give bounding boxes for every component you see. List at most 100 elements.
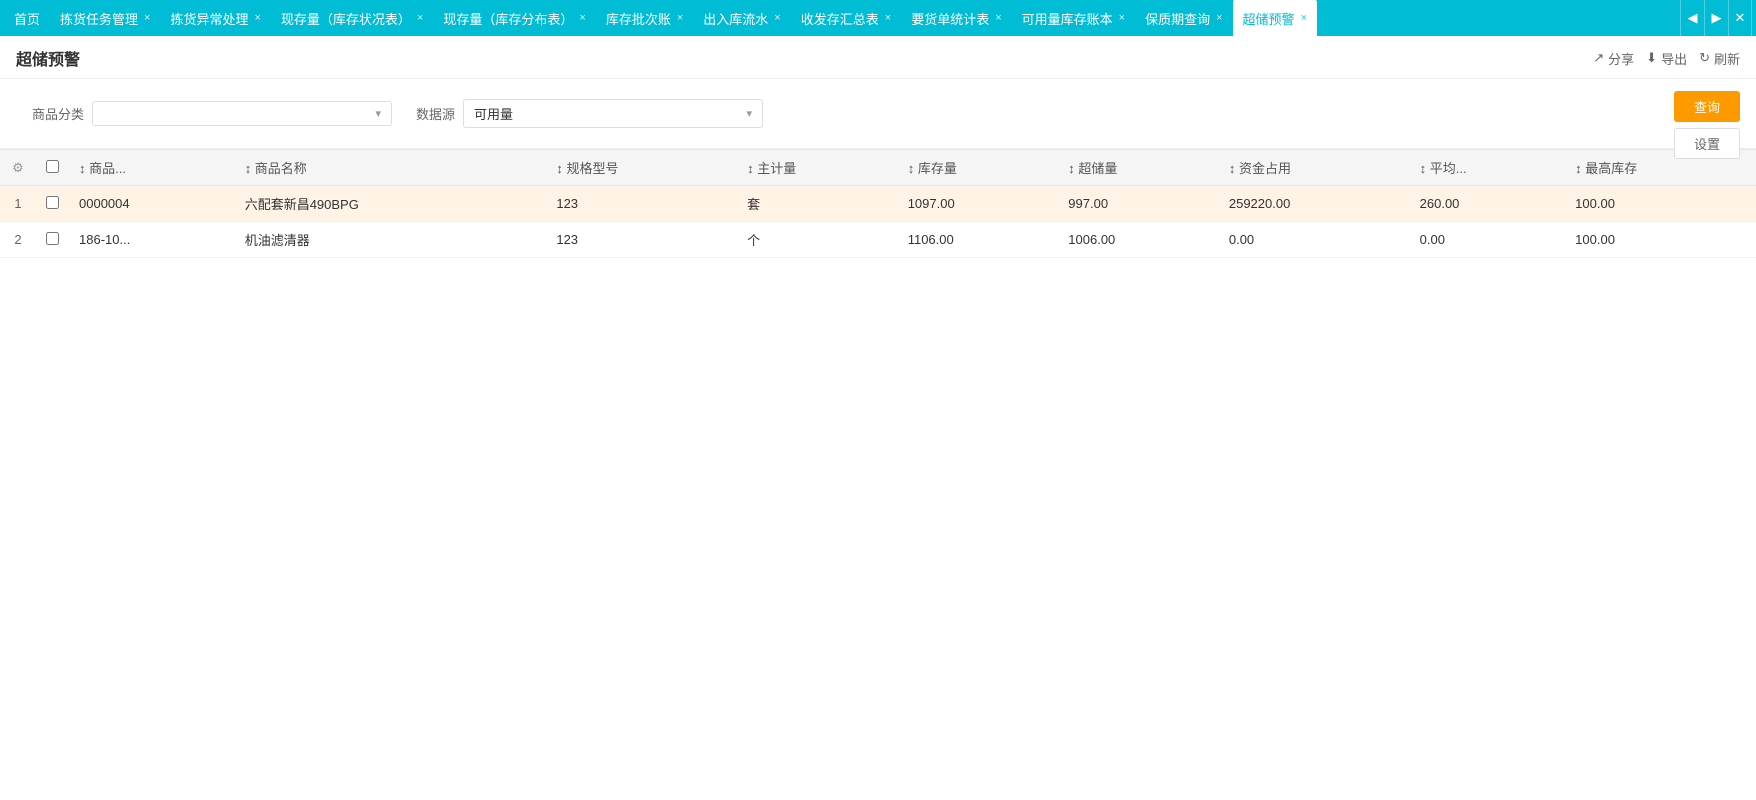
close-icon[interactable]: × xyxy=(995,12,1001,24)
stock: 1106.00 xyxy=(898,222,1059,258)
row-checkbox-cell xyxy=(36,186,69,222)
product-name: 机油滤清器 xyxy=(235,222,547,258)
datasource-filter: 数据源 可用量 ▾ xyxy=(416,99,763,128)
page-title: 超储预警 xyxy=(16,46,80,70)
nav-pick-task[interactable]: 拣货任务管理 × xyxy=(50,0,160,36)
row-number: 2 xyxy=(0,222,36,258)
data-table: ⚙ ↕ 商品... ↕ 商品名称 ↕ 规格型号 ↕ 主计量 xyxy=(0,149,1756,258)
close-icon[interactable]: × xyxy=(885,12,891,24)
nav-home[interactable]: 首页 xyxy=(4,0,50,36)
column-stock-label: ↕ 库存量 xyxy=(908,161,957,176)
column-spec[interactable]: ↕ 规格型号 xyxy=(546,150,737,186)
spec: 123 xyxy=(546,186,737,222)
product-code: 186-10... xyxy=(69,222,235,258)
settings-button[interactable]: 设置 xyxy=(1674,128,1740,159)
refresh-icon: ↻ xyxy=(1699,50,1710,66)
nav-stock-dist[interactable]: 现存量（库存分布表） × xyxy=(433,0,595,36)
gear-icon[interactable]: ⚙ xyxy=(12,160,24,175)
close-icon[interactable]: × xyxy=(144,12,150,24)
column-unit-label: ↕ 主计量 xyxy=(747,161,796,176)
row-number: 1 xyxy=(0,186,36,222)
close-icon[interactable]: × xyxy=(1119,12,1125,24)
over-stock: 997.00 xyxy=(1058,186,1219,222)
nav-right-arrow[interactable]: ▶ xyxy=(1704,0,1728,36)
filter-row: 商品分类 ▾ 数据源 可用量 ▾ 查询 设置 xyxy=(0,79,1756,149)
nav-pick-exception[interactable]: 拣货异常处理 × xyxy=(160,0,270,36)
table-row: 1 0000004 六配套新昌490BPG 123 套 1097.00 997.… xyxy=(0,186,1756,222)
close-icon[interactable]: × xyxy=(579,12,585,24)
nav-overstock-warning[interactable]: 超储预警 × xyxy=(1233,0,1317,36)
product-code: 0000004 xyxy=(69,186,235,222)
spec: 123 xyxy=(546,222,737,258)
max-stock: 100.00 xyxy=(1565,186,1756,222)
nav-batch-account[interactable]: 库存批次账 × xyxy=(596,0,693,36)
nav-arrows: ◀ ▶ ✕ xyxy=(1680,0,1752,36)
close-icon[interactable]: × xyxy=(417,12,423,24)
nav-available-stock[interactable]: 可用量库存账本 × xyxy=(1012,0,1135,36)
product-name: 六配套新昌490BPG xyxy=(235,186,547,222)
column-max-stock-label: ↕ 最高库存 xyxy=(1575,161,1637,176)
column-product-code[interactable]: ↕ 商品... xyxy=(69,150,235,186)
datasource-select[interactable]: 可用量 ▾ xyxy=(463,99,763,128)
close-icon[interactable]: × xyxy=(774,12,780,24)
query-button[interactable]: 查询 xyxy=(1674,91,1740,122)
unit: 个 xyxy=(737,222,898,258)
export-icon: ⬇ xyxy=(1646,50,1657,66)
datasource-label: 数据源 xyxy=(416,104,455,123)
page-content: 超储预警 ↗ 分享 ⬇ 导出 ↻ 刷新 商品分类 ▾ xyxy=(0,36,1756,800)
close-icon[interactable]: × xyxy=(677,12,683,24)
column-unit[interactable]: ↕ 主计量 xyxy=(737,150,898,186)
category-select-value xyxy=(103,106,107,121)
nav-close-arrow[interactable]: ✕ xyxy=(1728,0,1752,36)
top-nav: 首页 拣货任务管理 × 拣货异常处理 × 现存量（库存状况表） × 现存量（库存… xyxy=(0,0,1756,36)
category-filter: 商品分类 ▾ xyxy=(32,101,392,126)
nav-stock-status[interactable]: 现存量（库存状况表） × xyxy=(271,0,433,36)
unit: 套 xyxy=(737,186,898,222)
capital: 0.00 xyxy=(1219,222,1410,258)
close-icon[interactable]: × xyxy=(254,12,260,24)
avg: 0.00 xyxy=(1410,222,1566,258)
nav-quality-query[interactable]: 保质期查询 × xyxy=(1135,0,1232,36)
share-button[interactable]: ↗ 分享 xyxy=(1593,49,1634,68)
max-stock: 100.00 xyxy=(1565,222,1756,258)
close-icon[interactable]: × xyxy=(1301,12,1307,24)
nav-order-stats[interactable]: 要货单统计表 × xyxy=(901,0,1011,36)
table-header-row: ⚙ ↕ 商品... ↕ 商品名称 ↕ 规格型号 ↕ 主计量 xyxy=(0,150,1756,186)
column-gear: ⚙ xyxy=(0,150,36,186)
filter-area: 商品分类 ▾ 数据源 可用量 ▾ xyxy=(16,87,1740,140)
row-checkbox[interactable] xyxy=(46,196,59,209)
table-wrapper: ⚙ ↕ 商品... ↕ 商品名称 ↕ 规格型号 ↕ 主计量 xyxy=(0,149,1756,258)
column-checkbox xyxy=(36,150,69,186)
share-icon: ↗ xyxy=(1593,50,1604,66)
column-product-name[interactable]: ↕ 商品名称 xyxy=(235,150,547,186)
refresh-button[interactable]: ↻ 刷新 xyxy=(1699,49,1740,68)
chevron-down-icon: ▾ xyxy=(747,107,753,120)
column-over-stock-label: ↕ 超储量 xyxy=(1068,161,1117,176)
avg: 260.00 xyxy=(1410,186,1566,222)
row-checkbox[interactable] xyxy=(46,232,59,245)
row-checkbox-cell xyxy=(36,222,69,258)
column-stock[interactable]: ↕ 库存量 xyxy=(898,150,1059,186)
column-product-code-label: ↕ 商品... xyxy=(79,161,126,176)
column-capital[interactable]: ↕ 资金占用 xyxy=(1219,150,1410,186)
column-avg-label: ↕ 平均... xyxy=(1420,161,1467,176)
capital: 259220.00 xyxy=(1219,186,1410,222)
datasource-select-value: 可用量 xyxy=(474,104,513,123)
category-select[interactable]: ▾ xyxy=(92,101,392,126)
nav-receive-summary[interactable]: 收发存汇总表 × xyxy=(791,0,901,36)
chevron-down-icon: ▾ xyxy=(375,107,381,120)
column-avg[interactable]: ↕ 平均... xyxy=(1410,150,1566,186)
export-button[interactable]: ⬇ 导出 xyxy=(1646,49,1687,68)
table-row: 2 186-10... 机油滤清器 123 个 1106.00 1006.00 … xyxy=(0,222,1756,258)
page-header: 超储预警 ↗ 分享 ⬇ 导出 ↻ 刷新 xyxy=(0,36,1756,79)
nav-inout-flow[interactable]: 出入库流水 × xyxy=(693,0,790,36)
column-over-stock[interactable]: ↕ 超储量 xyxy=(1058,150,1219,186)
header-actions: ↗ 分享 ⬇ 导出 ↻ 刷新 xyxy=(1593,49,1740,68)
nav-left-arrow[interactable]: ◀ xyxy=(1680,0,1704,36)
category-label: 商品分类 xyxy=(32,104,84,123)
stock: 1097.00 xyxy=(898,186,1059,222)
select-all-checkbox[interactable] xyxy=(46,160,59,173)
close-icon[interactable]: × xyxy=(1216,12,1222,24)
table-body: 1 0000004 六配套新昌490BPG 123 套 1097.00 997.… xyxy=(0,186,1756,258)
over-stock: 1006.00 xyxy=(1058,222,1219,258)
